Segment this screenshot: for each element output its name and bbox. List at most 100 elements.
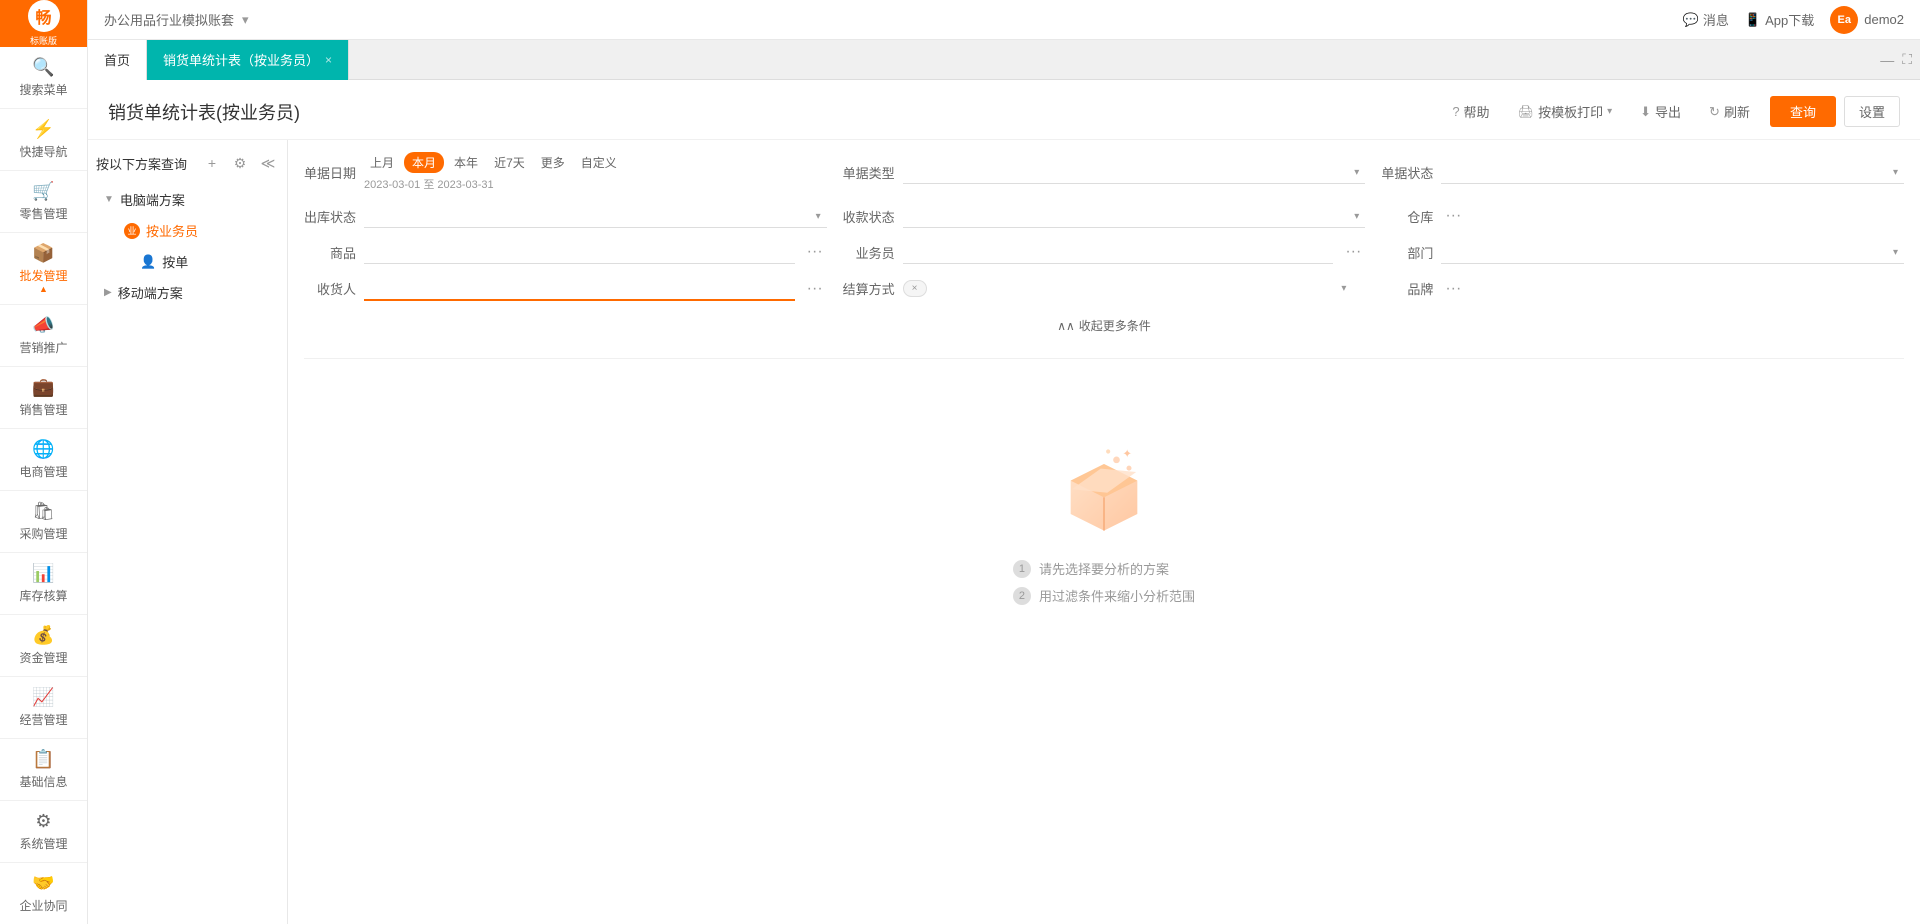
msg-label: 消息: [1703, 10, 1729, 29]
out-status-select[interactable]: [364, 204, 827, 228]
help-btn[interactable]: ? 帮助: [1444, 98, 1497, 125]
filter-date: 单据日期 上月 本月 本年 近7天 更多 自定义 2023-03-01 至 20…: [304, 152, 827, 192]
window-minimize-icon[interactable]: —: [1880, 52, 1894, 68]
payment-method-chevron: ▾: [1341, 283, 1346, 294]
recv-status-select[interactable]: [903, 204, 1366, 228]
retail-icon: 🛒: [32, 181, 54, 202]
brand-dots-btn[interactable]: ···: [1441, 280, 1465, 298]
refresh-btn[interactable]: ↻ 刷新: [1701, 98, 1758, 125]
tree-item-by-order-label: 按单: [162, 252, 188, 271]
sidebar-item-system[interactable]: ⚙ 系统管理: [0, 801, 88, 863]
sidebar-item-search[interactable]: 🔍 搜索菜单: [0, 47, 88, 109]
sidebar-item-label: 零售管理: [19, 205, 67, 222]
doc-status-select[interactable]: [1441, 160, 1904, 184]
recv-status-select-wrap: ▾: [903, 204, 1366, 228]
print-btn[interactable]: 🖨 按模板打印 ▾: [1510, 98, 1621, 125]
help-icon: ?: [1452, 104, 1459, 119]
tab-close-icon[interactable]: ×: [325, 53, 332, 67]
date-tab-7days[interactable]: 近7天: [488, 152, 531, 173]
right-panel: 单据日期 上月 本月 本年 近7天 更多 自定义 2023-03-01 至 20…: [288, 140, 1920, 924]
main-area: 办公用品行业模拟账套 ▾ 💬 消息 📱 App下载 Ea demo2 首页: [88, 0, 1920, 924]
date-tab-this-year[interactable]: 本年: [448, 152, 484, 173]
tree-section-mobile[interactable]: ▶ 移动端方案: [96, 277, 279, 308]
recipient-dots-btn[interactable]: ···: [803, 280, 827, 298]
sidebar-item-ops[interactable]: 📈 经营管理: [0, 677, 88, 739]
sidebar-item-purchase[interactable]: 🛍 采购管理: [0, 491, 88, 553]
sidebar-item-label: 资金管理: [19, 649, 67, 666]
window-expand-icon[interactable]: ⛶: [1902, 51, 1912, 68]
export-btn[interactable]: ⬇ 导出: [1632, 98, 1689, 125]
sidebar-item-basic[interactable]: 📋 基础信息: [0, 739, 88, 801]
user-profile[interactable]: Ea demo2: [1830, 6, 1904, 34]
page-header: 销货单统计表(按业务员) ? 帮助 🖨 按模板打印 ▾ ⬇ 导出 ↻ 刷新: [88, 80, 1920, 140]
search-icon: 🔍: [32, 57, 54, 78]
app-download-btn[interactable]: 📱 App下载: [1745, 10, 1814, 29]
tree-item-by-salesperson[interactable]: 业 按业务员: [116, 215, 279, 246]
sidebar-item-retail[interactable]: 🛒 零售管理: [0, 171, 88, 233]
sidebar-item-label: 采购管理: [19, 525, 67, 542]
tree-section-desktop-label: 电脑端方案: [120, 190, 185, 209]
tree-sub-desktop: 业 按业务员 👤 按单: [96, 215, 279, 277]
doc-type-select[interactable]: [903, 160, 1366, 184]
tree-section-desktop[interactable]: ▼ 电脑端方案: [96, 184, 279, 215]
avatar: Ea: [1830, 6, 1858, 34]
goods-input[interactable]: [364, 240, 795, 264]
empty-state: ✦ 1 请先选择要分析的方案 2 用过滤条件来缩小分析范围: [304, 359, 1904, 685]
filter-row-4: 收货人 ··· 结算方式 × ▾: [304, 276, 1904, 301]
warehouse-dots-btn[interactable]: ···: [1441, 207, 1465, 225]
date-tab-last-month[interactable]: 上月: [364, 152, 400, 173]
settings-scheme-btn[interactable]: ⚙: [229, 152, 251, 174]
sidebar-item-ecom[interactable]: 🌐 电商管理: [0, 429, 88, 491]
recipient-input[interactable]: [364, 276, 795, 301]
tab-sales-stat[interactable]: 销货单统计表（按业务员） ×: [147, 40, 349, 80]
tree-item-icon: 业: [124, 223, 140, 239]
tree-arrow-desktop: ▼: [104, 194, 114, 205]
collapse-label: 收起更多条件: [1079, 317, 1151, 334]
filter-salesperson: 业务员 ···: [843, 240, 1366, 264]
date-tab-custom[interactable]: 自定义: [575, 152, 623, 173]
goods-dots-btn[interactable]: ···: [803, 243, 827, 261]
sidebar-item-label: 快捷导航: [19, 143, 67, 160]
sidebar-item-quick-nav[interactable]: ⚡ 快捷导航: [0, 109, 88, 171]
content-area: 按以下方案查询 + ⚙ ≪ ▼ 电脑端方案 业 按业务员: [88, 140, 1920, 924]
empty-hints: 1 请先选择要分析的方案 2 用过滤条件来缩小分析范围: [1013, 559, 1195, 605]
date-tab-this-month[interactable]: 本月: [404, 152, 444, 173]
quick-nav-icon: ⚡: [32, 119, 54, 140]
page-actions: ? 帮助 🖨 按模板打印 ▾ ⬇ 导出 ↻ 刷新 查询: [1444, 96, 1900, 127]
enterprise-icon: 🤝: [32, 873, 54, 894]
doc-status-select-wrap: ▾: [1441, 160, 1904, 184]
sidebar-item-label: 企业协同: [19, 897, 67, 914]
breadcrumb-dropdown-icon[interactable]: ▾: [242, 12, 249, 28]
refresh-label: 刷新: [1724, 102, 1750, 121]
collapse-panel-btn[interactable]: ≪: [257, 152, 279, 174]
query-button[interactable]: 查询: [1770, 96, 1836, 127]
finance-icon: 💰: [32, 625, 54, 646]
sidebar-item-marketing[interactable]: 📣 营销推广: [0, 305, 88, 367]
department-select[interactable]: [1441, 240, 1904, 264]
sidebar-item-label: 系统管理: [19, 835, 67, 852]
sidebar-item-stock[interactable]: 📊 库存核算: [0, 553, 88, 615]
msg-icon: 💬: [1683, 12, 1699, 28]
salesperson-input[interactable]: [903, 240, 1334, 264]
tab-home-label: 首页: [104, 50, 130, 69]
salesperson-dots-btn[interactable]: ···: [1341, 243, 1365, 261]
tab-home[interactable]: 首页: [88, 40, 147, 80]
sidebar-item-enterprise[interactable]: 🤝 企业协同: [0, 863, 88, 924]
sidebar-item-wholesale[interactable]: 📦 批发管理 ▲: [0, 233, 88, 305]
tree-item-by-order[interactable]: 👤 按单: [116, 246, 279, 277]
date-filter-wrap: 上月 本月 本年 近7天 更多 自定义 2023-03-01 至 2023-03…: [364, 152, 827, 192]
date-tab-more[interactable]: 更多: [535, 152, 571, 173]
hint-text-2: 用过滤条件来缩小分析范围: [1039, 586, 1195, 605]
sidebar-item-finance[interactable]: 💰 资金管理: [0, 615, 88, 677]
add-scheme-btn[interactable]: +: [201, 152, 223, 174]
stock-icon: 📊: [32, 563, 54, 584]
empty-hint-2: 2 用过滤条件来缩小分析范围: [1013, 586, 1195, 605]
sidebar-item-sales[interactable]: 💼 销售管理: [0, 367, 88, 429]
empty-state-icon: ✦: [1054, 439, 1154, 539]
sidebar-item-label: 销售管理: [19, 401, 67, 418]
settings-button[interactable]: 设置: [1844, 96, 1900, 127]
msg-btn[interactable]: 💬 消息: [1683, 10, 1729, 29]
order-icon: 👤: [140, 254, 156, 270]
payment-tag-remove[interactable]: ×: [912, 283, 918, 294]
collapse-btn[interactable]: ∧∧ 收起更多条件: [1057, 309, 1151, 342]
